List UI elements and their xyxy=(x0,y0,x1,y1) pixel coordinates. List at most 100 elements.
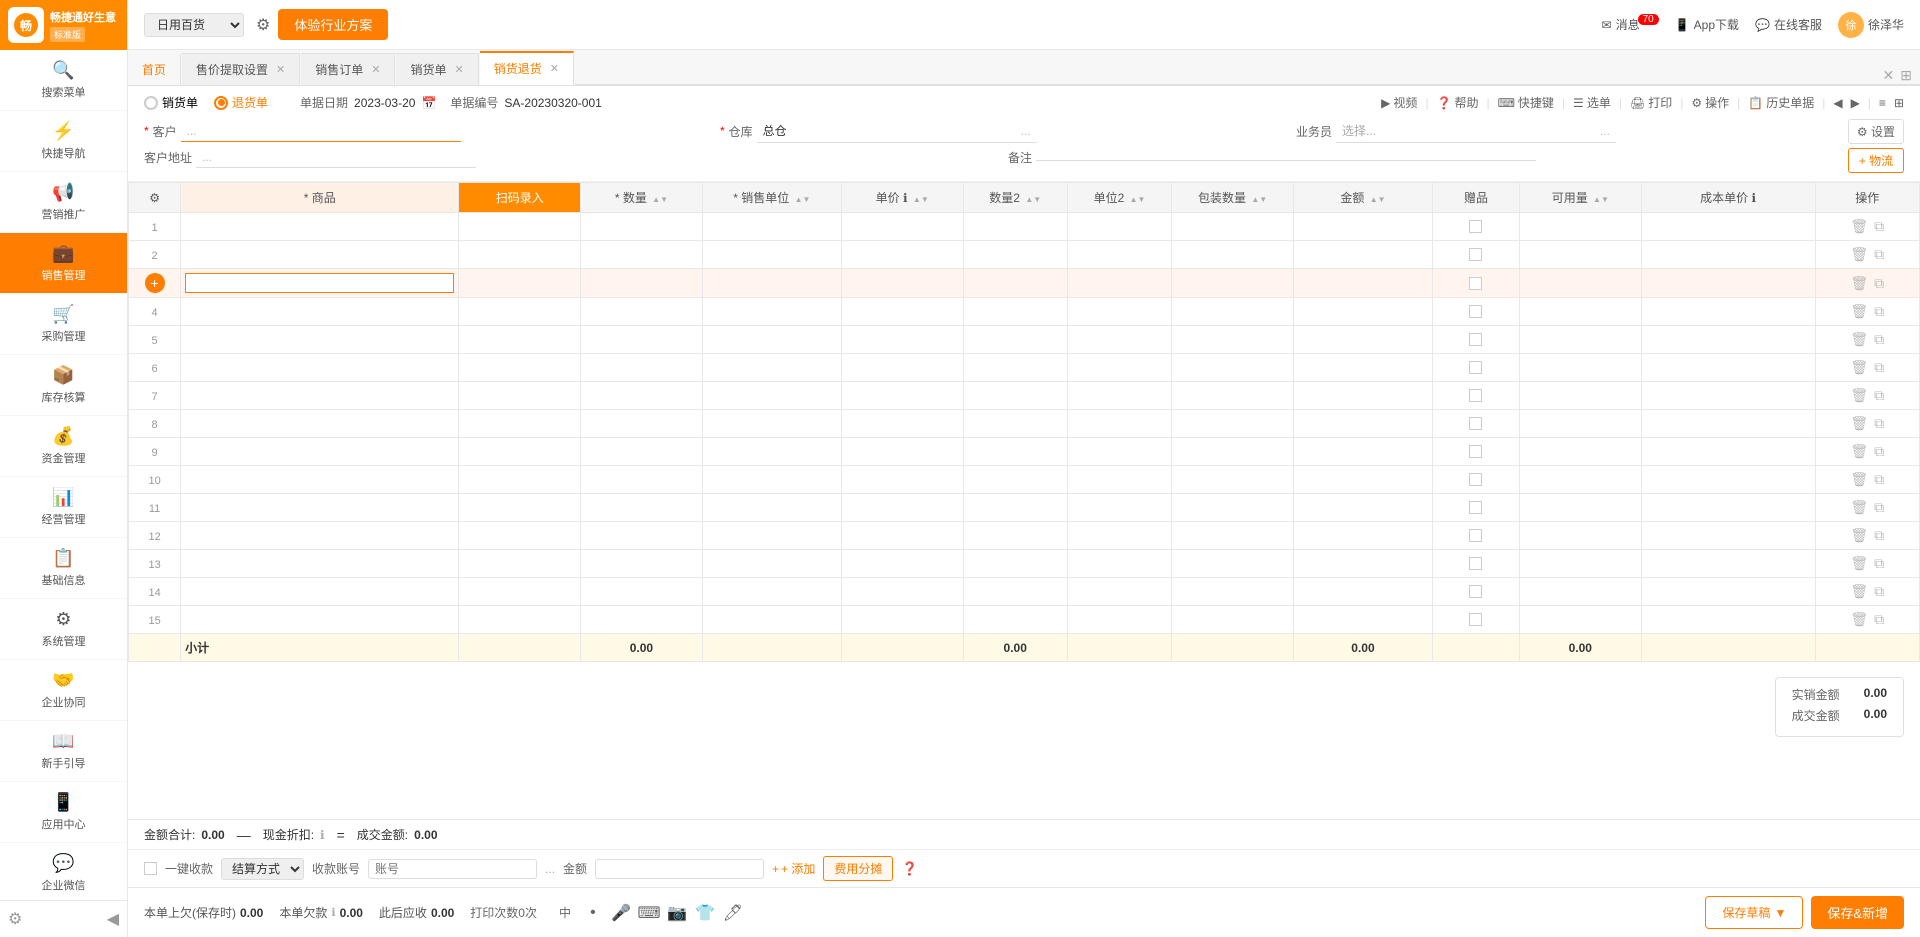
copy-row-btn[interactable]: ⧉ xyxy=(1874,246,1884,263)
th-scan[interactable]: 扫码录入 xyxy=(459,183,581,213)
message-btn[interactable]: ✉ 消息 70 xyxy=(1602,16,1659,33)
qty2-cell[interactable] xyxy=(963,494,1067,522)
amount-cell[interactable] xyxy=(1293,550,1432,578)
gift-cell[interactable] xyxy=(1433,410,1520,438)
unit2-cell[interactable] xyxy=(1067,606,1171,634)
gift-checkbox[interactable] xyxy=(1469,277,1482,290)
sidebar-item-quicknav[interactable]: ⚡ 快捷导航 xyxy=(0,111,127,172)
pkg-qty-cell[interactable] xyxy=(1172,298,1294,326)
print-btn[interactable]: 🖨 打印 xyxy=(1630,94,1672,111)
price-cell[interactable] xyxy=(841,241,963,269)
unit2-cell[interactable] xyxy=(1067,438,1171,466)
sidebar-item-wechat[interactable]: 💬 企业微信 xyxy=(0,843,127,900)
product-cell[interactable] xyxy=(181,466,459,494)
help-btn[interactable]: ❓ 帮助 xyxy=(1436,94,1478,111)
gift-checkbox[interactable] xyxy=(1469,557,1482,570)
fee-help-icon[interactable]: ❓ xyxy=(901,861,917,877)
price-cell[interactable] xyxy=(841,466,963,494)
amount-cell[interactable] xyxy=(1293,241,1432,269)
gift-checkbox[interactable] xyxy=(1469,417,1482,430)
copy-row-btn[interactable]: ⧉ xyxy=(1874,359,1884,376)
tool-icon-4[interactable]: ⌨ xyxy=(637,901,661,925)
tool-icon-1[interactable]: 中 xyxy=(553,901,577,925)
sidebar-item-purchase[interactable]: 🛒 采购管理 xyxy=(0,294,127,355)
gift-cell[interactable] xyxy=(1433,578,1520,606)
price-cell[interactable] xyxy=(841,269,963,298)
product-cell[interactable] xyxy=(181,550,459,578)
price-cell[interactable] xyxy=(841,382,963,410)
unit2-cell[interactable] xyxy=(1067,578,1171,606)
qty-cell[interactable] xyxy=(581,494,703,522)
qty2-sort[interactable]: ▲▼ xyxy=(1025,195,1041,204)
delete-row-btn[interactable]: 🗑 xyxy=(1850,527,1868,544)
notes-input[interactable] xyxy=(1036,154,1536,161)
gift-cell[interactable] xyxy=(1433,213,1520,241)
delete-row-btn[interactable]: 🗑 xyxy=(1850,611,1868,628)
gift-checkbox[interactable] xyxy=(1469,361,1482,374)
shortcut-btn[interactable]: ⌨ 快捷键 xyxy=(1498,94,1554,111)
unit2-cell[interactable] xyxy=(1067,298,1171,326)
qty2-cell[interactable] xyxy=(963,213,1067,241)
price-cell[interactable] xyxy=(841,550,963,578)
one-click-checkbox[interactable] xyxy=(144,862,157,875)
unit2-cell[interactable] xyxy=(1067,354,1171,382)
gift-cell[interactable] xyxy=(1433,606,1520,634)
unit2-cell[interactable] xyxy=(1067,466,1171,494)
tab-price-extract-close[interactable]: ✕ xyxy=(276,63,285,76)
copy-row-btn[interactable]: ⧉ xyxy=(1874,303,1884,320)
copy-row-btn[interactable]: ⧉ xyxy=(1874,527,1884,544)
tool-icon-5[interactable]: 📷 xyxy=(665,901,689,925)
sidebar-item-marketing[interactable]: 📢 营销推广 xyxy=(0,172,127,233)
delete-row-btn[interactable]: 🗑 xyxy=(1850,499,1868,516)
tool-icon-6[interactable]: 👕 xyxy=(693,901,717,925)
sidebar-item-sales[interactable]: 💼 销售管理 xyxy=(0,233,127,294)
tab-sales-order-close[interactable]: ✕ xyxy=(371,63,380,76)
unit-cell[interactable] xyxy=(702,354,841,382)
unit2-cell[interactable] xyxy=(1067,213,1171,241)
add-payment-btn[interactable]: + + 添加 xyxy=(772,860,815,877)
delete-row-btn[interactable]: 🗑 xyxy=(1850,583,1868,600)
pkg-qty-cell[interactable] xyxy=(1172,578,1294,606)
unit-sort[interactable]: ▲▼ xyxy=(795,195,811,204)
sidebar-item-system[interactable]: ⚙ 系统管理 xyxy=(0,599,127,660)
pkg-qty-cell[interactable] xyxy=(1172,494,1294,522)
gift-checkbox[interactable] xyxy=(1469,248,1482,261)
product-cell[interactable] xyxy=(181,269,459,298)
pkg-qty-cell[interactable] xyxy=(1172,438,1294,466)
app-download-btn[interactable]: 📱 App下载 xyxy=(1675,16,1739,33)
gift-checkbox[interactable] xyxy=(1469,389,1482,402)
unit2-cell[interactable] xyxy=(1067,522,1171,550)
unit-cell[interactable] xyxy=(702,269,841,298)
pkg-qty-cell[interactable] xyxy=(1172,213,1294,241)
price-cell[interactable] xyxy=(841,213,963,241)
avail-sort[interactable]: ▲▼ xyxy=(1593,195,1609,204)
pkg-sort[interactable]: ▲▼ xyxy=(1251,195,1267,204)
tab-expand[interactable]: ⊞ xyxy=(1900,67,1912,84)
copy-row-btn[interactable]: ⧉ xyxy=(1874,387,1884,404)
delete-row-btn[interactable]: 🗑 xyxy=(1850,387,1868,404)
unit-cell[interactable] xyxy=(702,522,841,550)
daily-goods-select[interactable]: 日用百货 xyxy=(144,13,244,37)
product-cell[interactable] xyxy=(181,410,459,438)
gift-cell[interactable] xyxy=(1433,466,1520,494)
delete-row-btn[interactable]: 🗑 xyxy=(1850,555,1868,572)
radio-return[interactable]: 退货单 xyxy=(214,94,268,111)
tab-sales-return-close[interactable]: ✕ xyxy=(550,62,559,75)
operate-btn[interactable]: ⚙ 操作 xyxy=(1691,94,1729,111)
next-btn[interactable]: ▶ xyxy=(1851,96,1860,110)
qty2-cell[interactable] xyxy=(963,354,1067,382)
qty-sort[interactable]: ▲▼ xyxy=(652,195,668,204)
pkg-qty-cell[interactable] xyxy=(1172,466,1294,494)
gift-checkbox[interactable] xyxy=(1469,501,1482,514)
gift-cell[interactable] xyxy=(1433,522,1520,550)
unit2-cell[interactable] xyxy=(1067,326,1171,354)
experience-btn[interactable]: 体验行业方案 xyxy=(278,9,388,40)
copy-row-btn[interactable]: ⧉ xyxy=(1874,471,1884,488)
tool-icon-3[interactable]: 🎤 xyxy=(609,901,633,925)
tab-sales[interactable]: 销货单 ✕ xyxy=(396,53,478,85)
unit-cell[interactable] xyxy=(702,578,841,606)
qty2-cell[interactable] xyxy=(963,466,1067,494)
user-profile[interactable]: 徐 徐泽华 xyxy=(1838,12,1904,38)
customer-input[interactable]: ... xyxy=(181,121,461,142)
gift-checkbox[interactable] xyxy=(1469,305,1482,318)
